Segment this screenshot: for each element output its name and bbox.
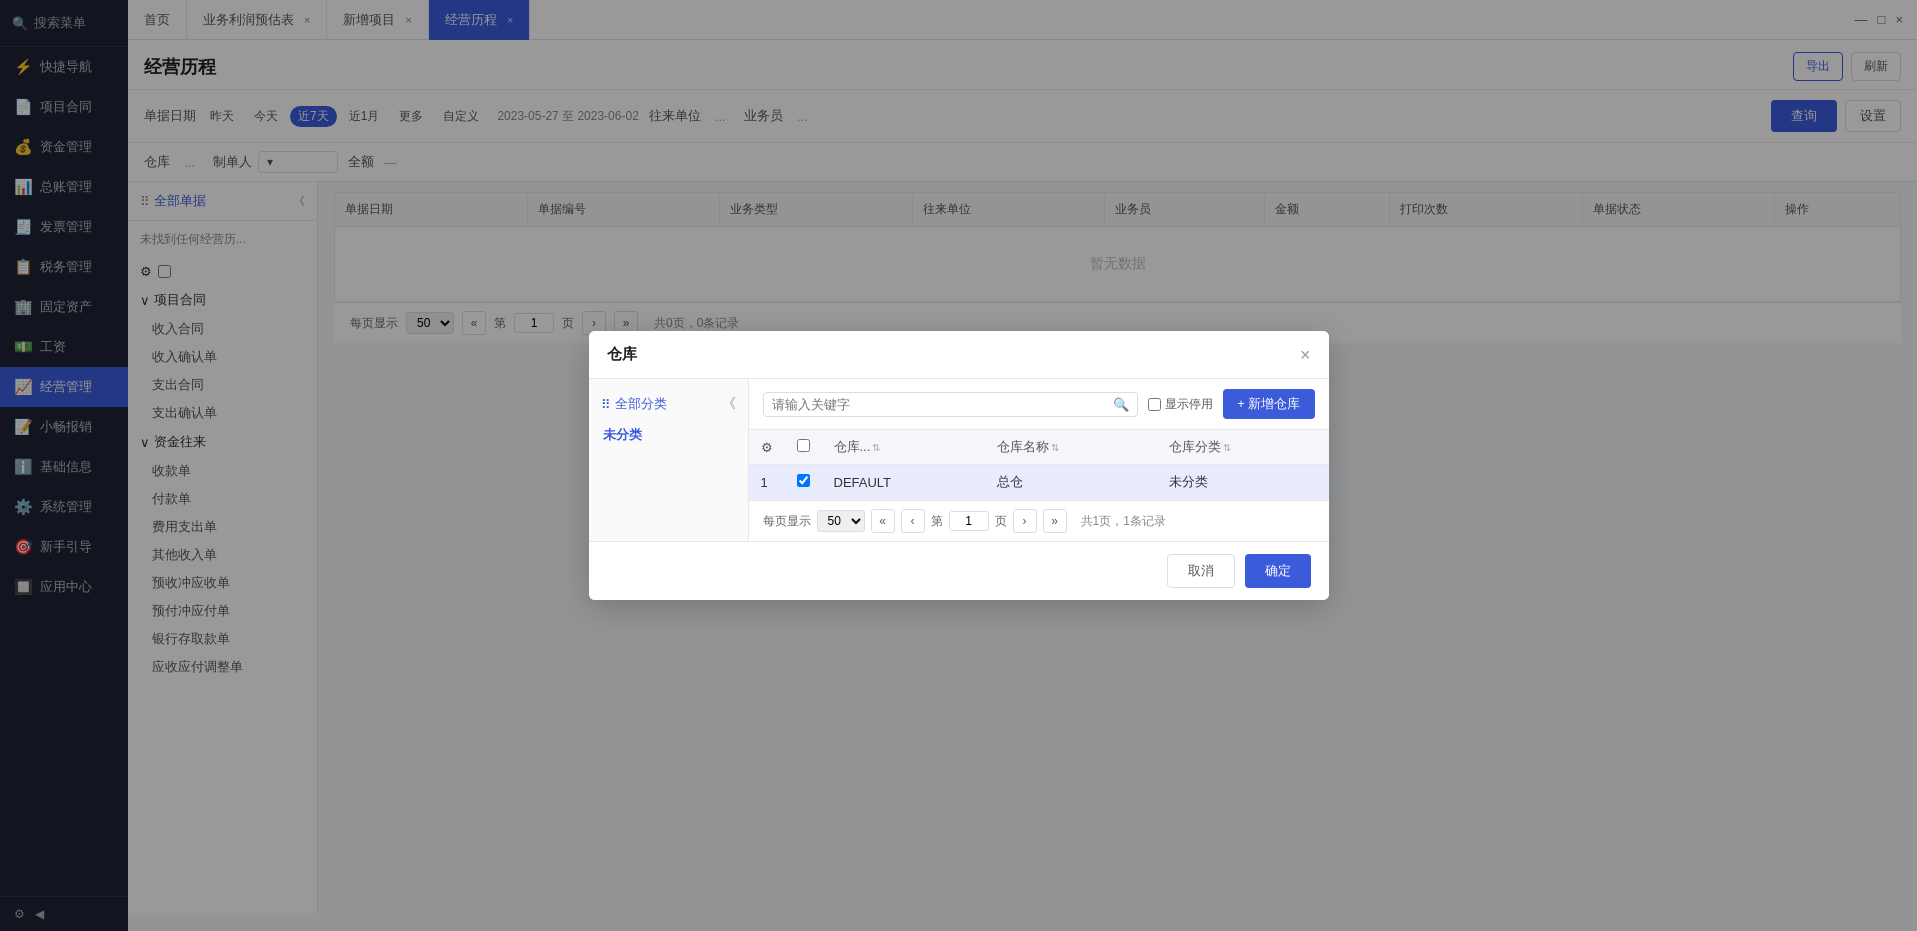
category-header: ⠿ 全部分类 — [601, 395, 667, 413]
modal-search-box: 🔍 — [763, 392, 1139, 417]
modal-page-input[interactable] — [949, 511, 989, 531]
modal-prev-btn[interactable]: ‹ — [901, 509, 925, 533]
add-warehouse-button[interactable]: + 新增仓库 — [1223, 389, 1314, 419]
modal-title: 仓库 — [607, 345, 637, 364]
category-list: 未分类 — [589, 419, 748, 451]
col-warehouse-category[interactable]: 仓库分类⇅ — [1157, 430, 1329, 465]
modal-search-input[interactable] — [772, 397, 1108, 412]
row-checkbox-cell — [785, 465, 822, 500]
modal-per-page-select[interactable]: 50 — [817, 510, 865, 532]
show-disabled-label[interactable]: 显示停用 — [1148, 396, 1213, 413]
modal-left-header: ⠿ 全部分类 《 — [589, 389, 748, 419]
modal-pagination: 每页显示 50 « ‹ 第 页 › » 共1页，1条记录 — [749, 500, 1329, 541]
modal-table: ⚙ 仓库...⇅ 仓库名称⇅ — [749, 430, 1329, 500]
row-category: 未分类 — [1157, 465, 1329, 500]
modal-last-btn[interactable]: » — [1043, 509, 1067, 533]
table-row[interactable]: 1 DEFAULT 总仓 未分类 — [749, 465, 1329, 500]
confirm-button[interactable]: 确定 — [1245, 554, 1311, 588]
modal-body: ⠿ 全部分类 《 未分类 🔍 — [589, 379, 1329, 541]
modal-footer: 取消 确定 — [589, 541, 1329, 600]
col-warehouse-code[interactable]: 仓库...⇅ — [822, 430, 985, 465]
row-checkbox[interactable] — [797, 474, 810, 487]
modal-right-panel: 🔍 显示停用 + 新增仓库 ⚙ — [749, 379, 1329, 541]
cancel-button[interactable]: 取消 — [1167, 554, 1235, 588]
search-icon: 🔍 — [1113, 397, 1129, 412]
modal-first-btn[interactable]: « — [871, 509, 895, 533]
modal-page-label: 第 — [931, 513, 943, 530]
select-all-warehouse[interactable] — [797, 439, 810, 452]
modal-table-wrapper: ⚙ 仓库...⇅ 仓库名称⇅ — [749, 430, 1329, 500]
col-warehouse-name[interactable]: 仓库名称⇅ — [985, 430, 1157, 465]
modal-overlay: 仓库 × ⠿ 全部分类 《 未分类 — [0, 0, 1917, 931]
modal-left-panel: ⠿ 全部分类 《 未分类 — [589, 379, 749, 541]
row-name: 总仓 — [985, 465, 1157, 500]
row-index: 1 — [749, 465, 785, 500]
modal-per-page-label: 每页显示 — [763, 513, 811, 530]
category-item-uncategorized[interactable]: 未分类 — [589, 419, 748, 451]
col-settings[interactable]: ⚙ — [749, 430, 785, 465]
modal-next-btn[interactable]: › — [1013, 509, 1037, 533]
modal-page-suffix: 页 — [995, 513, 1007, 530]
col-select — [785, 430, 822, 465]
collapse-category-btn[interactable]: 《 — [722, 395, 736, 413]
modal-toolbar: 🔍 显示停用 + 新增仓库 — [749, 379, 1329, 430]
settings-col-icon: ⚙ — [761, 440, 773, 455]
modal-header: 仓库 × — [589, 331, 1329, 379]
grid-icon: ⠿ — [601, 397, 611, 412]
modal-total-info: 共1页，1条记录 — [1081, 513, 1166, 530]
row-code: DEFAULT — [822, 465, 985, 500]
show-disabled-checkbox[interactable] — [1148, 398, 1161, 411]
modal-close-icon[interactable]: × — [1300, 346, 1311, 364]
warehouse-modal: 仓库 × ⠿ 全部分类 《 未分类 — [589, 331, 1329, 600]
